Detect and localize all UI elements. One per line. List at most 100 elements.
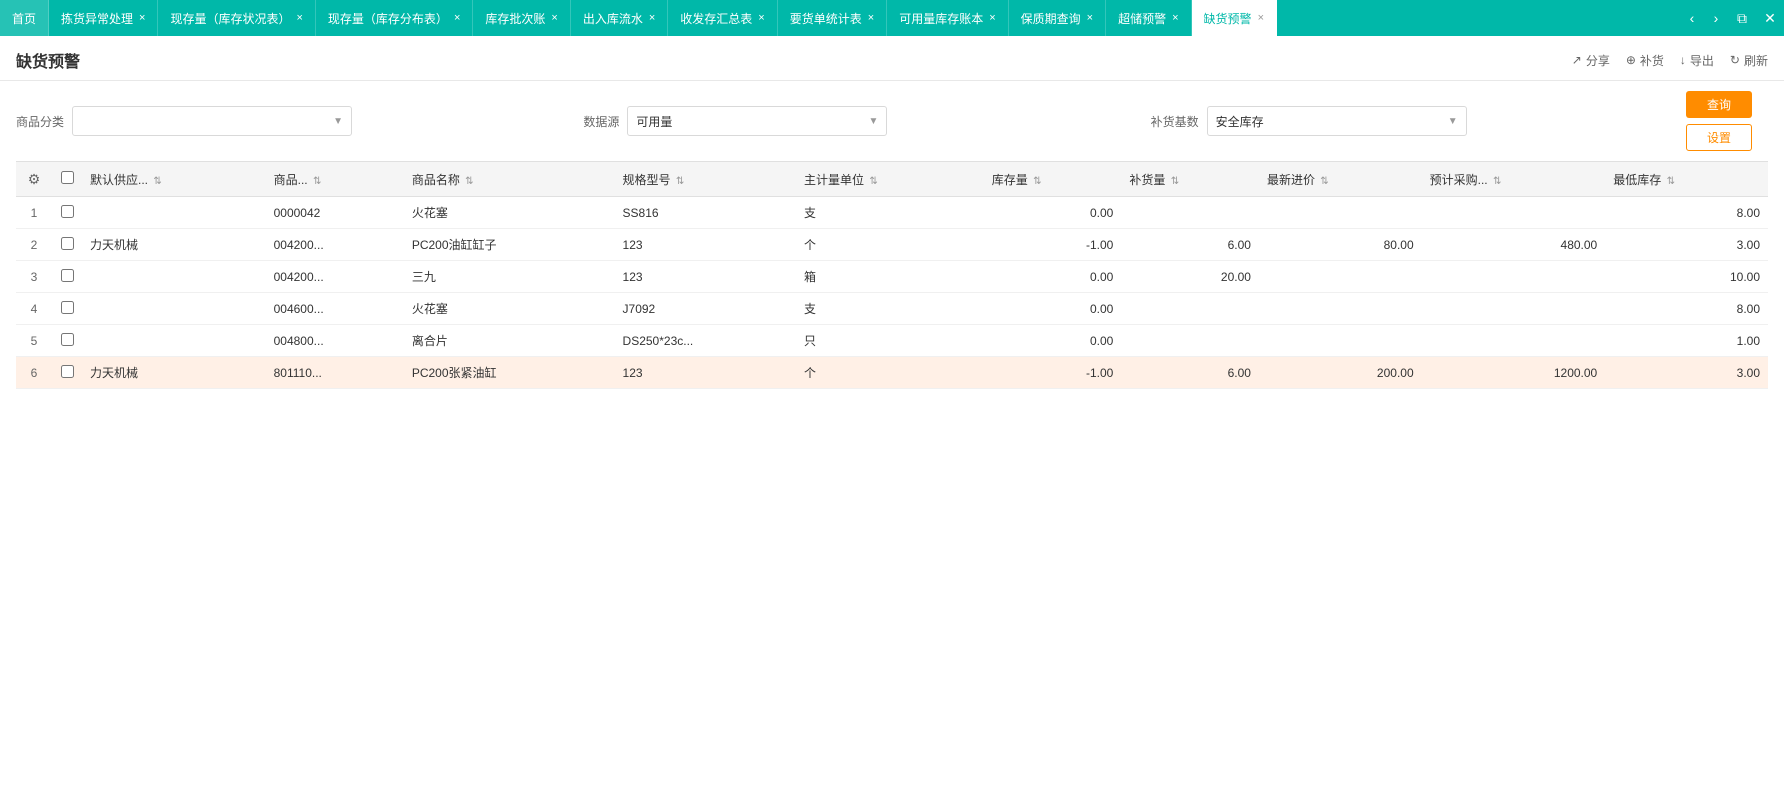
chevron-down-icon: ▼ <box>1448 116 1458 127</box>
query-button[interactable]: 查询 <box>1686 91 1752 118</box>
cell-product-name: PC200油缸缸子 <box>404 229 615 261</box>
row-num: 5 <box>16 325 52 357</box>
cell-min-stock: 8.00 <box>1605 197 1768 229</box>
nav-tab-stock2[interactable]: 现存量（库存分布表） × <box>316 0 473 36</box>
th-label: 主计量单位 <box>804 173 864 187</box>
close-icon[interactable]: × <box>649 12 655 24</box>
close-icon[interactable]: × <box>1172 12 1178 24</box>
row-checkbox[interactable] <box>61 269 74 282</box>
th-replenish-qty[interactable]: 补货量 ⇅ <box>1121 162 1259 197</box>
filter-group-replenish: 补货基数 安全库存 ▼ <box>1151 106 1686 136</box>
th-gear[interactable]: ⚙ <box>16 162 52 197</box>
cell-default-supplier <box>82 261 266 293</box>
sort-icon: ⇅ <box>1033 176 1041 187</box>
cell-default-supplier <box>82 197 266 229</box>
th-check <box>52 162 82 197</box>
th-min-stock[interactable]: 最低库存 ⇅ <box>1605 162 1768 197</box>
nav-tab-batch[interactable]: 库存批次账 × <box>473 0 570 36</box>
sort-icon: ⇅ <box>869 176 877 187</box>
cell-unit: 支 <box>796 197 984 229</box>
th-default-supplier[interactable]: 默认供应... ⇅ <box>82 162 266 197</box>
cell-min-stock: 3.00 <box>1605 357 1768 389</box>
nav-tab-picking[interactable]: 拣货异常处理 × <box>49 0 158 36</box>
cell-product-code: 0000042 <box>266 197 404 229</box>
replenish-select[interactable]: 安全库存 ▼ <box>1207 106 1467 136</box>
row-check-cell <box>52 325 82 357</box>
table-row: 6 力天机械 801110... PC200张紧油缸 123 个 -1.00 6… <box>16 357 1768 389</box>
cell-stock: 0.00 <box>984 261 1122 293</box>
cell-product-name: 离合片 <box>404 325 615 357</box>
table-row: 4 004600... 火花塞 J7092 支 0.00 8.00 <box>16 293 1768 325</box>
refresh-button[interactable]: ↻ 刷新 <box>1730 52 1768 69</box>
nav-tab-home[interactable]: 首页 <box>0 0 49 36</box>
th-est-purchase[interactable]: 预计采购... ⇅ <box>1422 162 1606 197</box>
nav-tab-available[interactable]: 可用量库存账本 × <box>887 0 1008 36</box>
th-latest-price[interactable]: 最新进价 ⇅ <box>1259 162 1422 197</box>
cell-unit: 支 <box>796 293 984 325</box>
refresh-icon: ↻ <box>1730 53 1740 67</box>
share-button[interactable]: ↗ 分享 <box>1572 52 1610 69</box>
th-label: 默认供应... <box>90 173 148 187</box>
top-nav: 首页 拣货异常处理 × 现存量（库存状况表） × 现存量（库存分布表） × 库存… <box>0 0 1784 36</box>
nav-tab-shortage[interactable]: 缺货预警 × <box>1192 0 1277 36</box>
nav-tab-stock1[interactable]: 现存量（库存状况表） × <box>158 0 315 36</box>
th-label: 商品名称 <box>412 173 460 187</box>
cell-replenish-qty <box>1121 293 1259 325</box>
nav-tab-summary[interactable]: 收发存汇总表 × <box>668 0 777 36</box>
category-select[interactable]: ▼ <box>72 106 352 136</box>
th-spec[interactable]: 规格型号 ⇅ <box>615 162 796 197</box>
close-icon[interactable]: × <box>1258 12 1264 24</box>
close-icon[interactable]: × <box>454 12 460 24</box>
close-icon[interactable]: × <box>758 12 764 24</box>
replenish-button[interactable]: ⊕ 补货 <box>1626 52 1664 69</box>
row-checkbox[interactable] <box>61 365 74 378</box>
nav-controls: ‹ › ⧉ ✕ <box>1680 0 1784 36</box>
nav-restore-button[interactable]: ⧉ <box>1728 0 1756 36</box>
nav-prev-button[interactable]: ‹ <box>1680 0 1704 36</box>
datasource-select[interactable]: 可用量 ▼ <box>627 106 887 136</box>
cell-product-name: 火花塞 <box>404 293 615 325</box>
th-product-name[interactable]: 商品名称 ⇅ <box>404 162 615 197</box>
cell-stock: -1.00 <box>984 357 1122 389</box>
page-title: 缺货预警 <box>16 48 80 72</box>
th-label: 补货量 <box>1129 173 1165 187</box>
nav-next-button[interactable]: › <box>1704 0 1728 36</box>
cell-unit: 个 <box>796 229 984 261</box>
nav-tab-expiry[interactable]: 保质期查询 × <box>1009 0 1106 36</box>
nav-tab-overstock[interactable]: 超储预警 × <box>1106 0 1191 36</box>
nav-tab-requisition[interactable]: 要货单统计表 × <box>778 0 887 36</box>
cell-unit: 个 <box>796 357 984 389</box>
th-unit[interactable]: 主计量单位 ⇅ <box>796 162 984 197</box>
table-row: 1 0000042 火花塞 SS816 支 0.00 8.00 <box>16 197 1768 229</box>
sort-icon: ⇅ <box>676 176 684 187</box>
cell-unit: 箱 <box>796 261 984 293</box>
sort-icon: ⇅ <box>1320 176 1328 187</box>
cell-default-supplier <box>82 325 266 357</box>
select-all-checkbox[interactable] <box>61 171 74 184</box>
close-icon[interactable]: × <box>1087 12 1093 24</box>
close-icon[interactable]: × <box>989 12 995 24</box>
row-checkbox[interactable] <box>61 301 74 314</box>
close-icon[interactable]: × <box>868 12 874 24</box>
filter-group-category: 商品分类 ▼ <box>16 106 551 136</box>
row-checkbox[interactable] <box>61 205 74 218</box>
gear-icon[interactable]: ⚙ <box>25 170 43 188</box>
close-icon[interactable]: × <box>551 12 557 24</box>
nav-close-button[interactable]: ✕ <box>1756 0 1784 36</box>
chevron-down-icon: ▼ <box>868 116 878 127</box>
th-stock[interactable]: 库存量 ⇅ <box>984 162 1122 197</box>
cell-est-purchase <box>1422 261 1606 293</box>
settings-button[interactable]: 设置 <box>1686 124 1752 151</box>
th-product-code[interactable]: 商品... ⇅ <box>266 162 404 197</box>
cell-product-name: 火花塞 <box>404 197 615 229</box>
row-check-cell <box>52 293 82 325</box>
cell-product-code: 004200... <box>266 261 404 293</box>
cell-latest-price <box>1259 197 1422 229</box>
export-button[interactable]: ↓ 导出 <box>1680 52 1714 69</box>
row-checkbox[interactable] <box>61 333 74 346</box>
cell-stock: -1.00 <box>984 229 1122 261</box>
close-icon[interactable]: × <box>139 12 145 24</box>
nav-tab-flow[interactable]: 出入库流水 × <box>571 0 668 36</box>
row-checkbox[interactable] <box>61 237 74 250</box>
close-icon[interactable]: × <box>296 12 302 24</box>
